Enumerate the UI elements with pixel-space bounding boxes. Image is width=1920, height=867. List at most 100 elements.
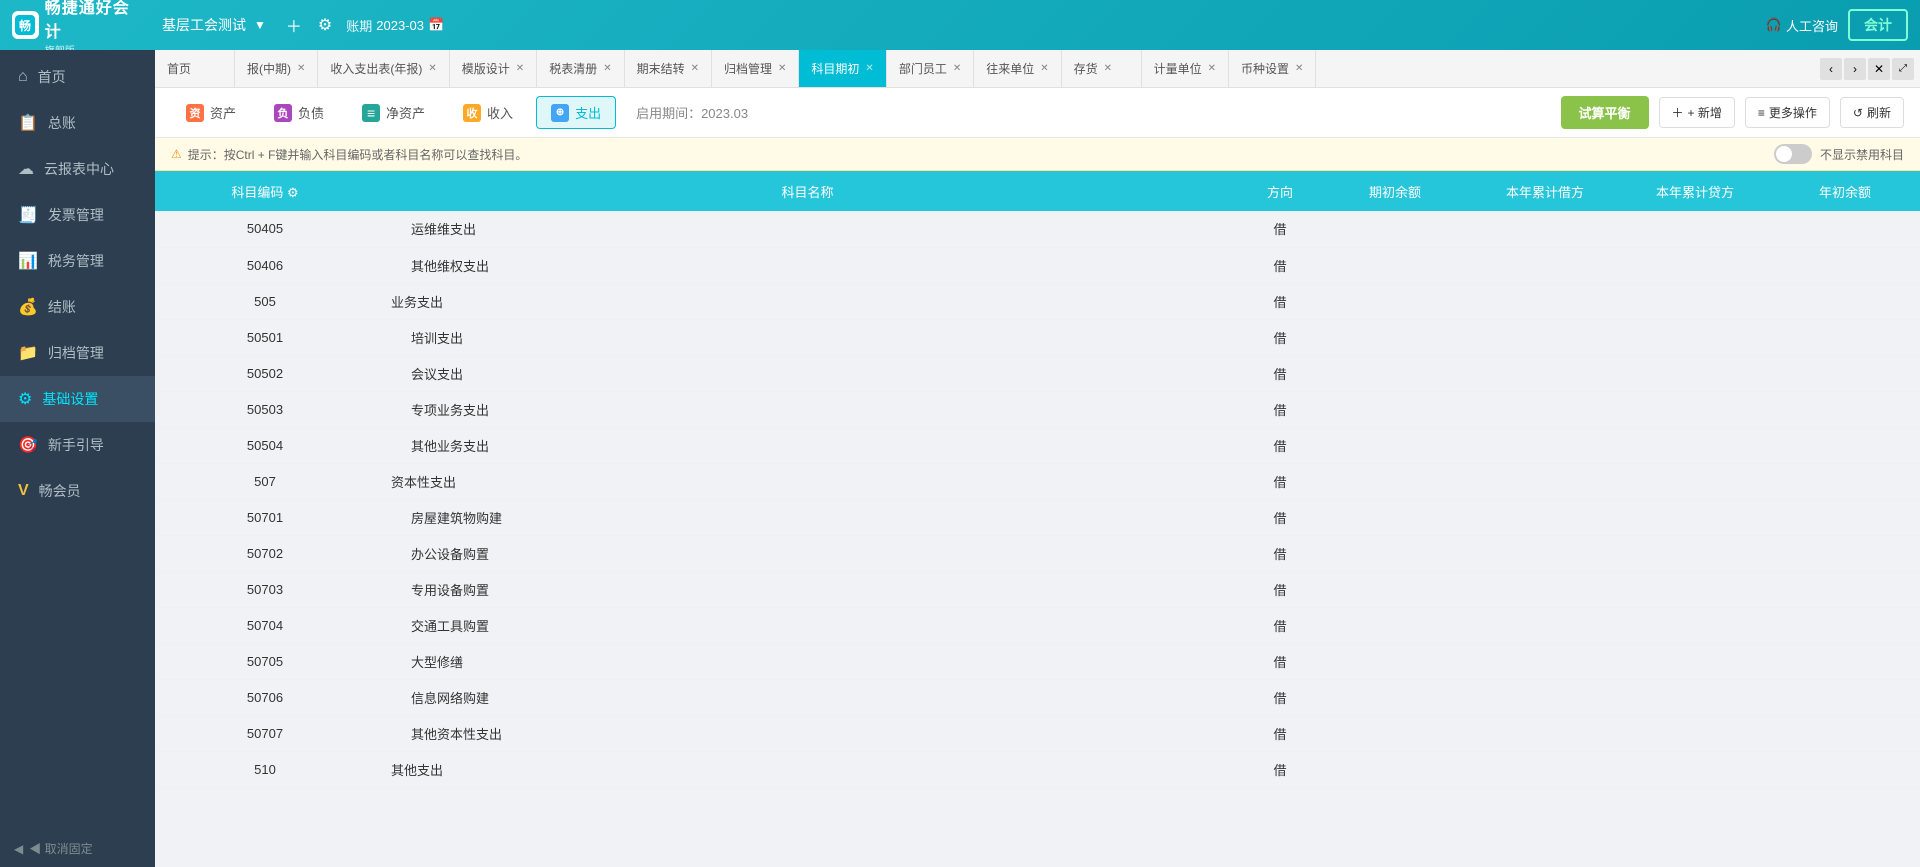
sidebar-item-archive[interactable]: 📁 归档管理 [0,330,155,376]
table-row[interactable]: 50503专项业务支出借 [155,391,1920,427]
cell-ytd-debit[interactable] [1470,211,1620,247]
tab-close-inventory[interactable]: ✕ [1104,63,1112,74]
cell-initial-balance[interactable] [1320,679,1470,715]
table-row[interactable]: 505业务支出借 [155,283,1920,319]
table-row[interactable]: 50705大型修缮借 [155,643,1920,679]
calendar-icon[interactable]: 📅 [428,17,444,33]
sidebar-item-close[interactable]: 💰 结账 [0,284,155,330]
table-row[interactable]: 50502会议支出借 [155,355,1920,391]
more-actions-button[interactable]: ≡ 更多操作 [1745,97,1830,128]
table-row[interactable]: 50704交通工具购置借 [155,607,1920,643]
table-row[interactable]: 50702办公设备购置借 [155,535,1920,571]
tab-dept-employee[interactable]: 部门员工 ✕ [887,50,974,87]
tab-counterparty[interactable]: 往来单位 ✕ [974,50,1061,87]
add-tab-icon[interactable]: ＋ [282,9,306,41]
tab-subject-initial[interactable]: 科目期初 ✕ [799,50,886,87]
table-row[interactable]: 50406其他维权支出借 [155,247,1920,283]
cell-year-start-balance[interactable] [1770,643,1920,679]
cell-ytd-debit[interactable] [1470,571,1620,607]
cell-ytd-debit[interactable] [1470,715,1620,751]
cell-ytd-credit[interactable] [1620,643,1770,679]
table-row[interactable]: 50504其他业务支出借 [155,427,1920,463]
sidebar-item-invoice[interactable]: 🧾 发票管理 [0,192,155,238]
cell-initial-balance[interactable] [1320,607,1470,643]
cell-ytd-debit[interactable] [1470,463,1620,499]
cell-initial-balance[interactable] [1320,571,1470,607]
sidebar-item-vip[interactable]: V 畅会员 [0,468,155,514]
sidebar-cancel-fixed[interactable]: ◀ ◀ 取消固定 [0,830,155,867]
tab-close-counterparty[interactable]: ✕ [1040,63,1048,74]
cell-ytd-credit[interactable] [1620,211,1770,247]
tab-inventory[interactable]: 存货 ✕ [1062,50,1142,87]
tab-close-template[interactable]: ✕ [516,63,524,74]
cell-ytd-credit[interactable] [1620,319,1770,355]
cell-ytd-credit[interactable] [1620,391,1770,427]
tab-period-end[interactable]: 期末结转 ✕ [625,50,712,87]
cell-year-start-balance[interactable] [1770,427,1920,463]
cell-ytd-credit[interactable] [1620,463,1770,499]
tab-unit[interactable]: 计量单位 ✕ [1142,50,1229,87]
table-row[interactable]: 50701房屋建筑物购建借 [155,499,1920,535]
cell-initial-balance[interactable] [1320,355,1470,391]
table-row[interactable]: 50405运维维支出借 [155,211,1920,247]
cell-year-start-balance[interactable] [1770,679,1920,715]
cell-year-start-balance[interactable] [1770,463,1920,499]
sidebar-item-guide[interactable]: 🎯 新手引导 [0,422,155,468]
cell-ytd-debit[interactable] [1470,679,1620,715]
cell-year-start-balance[interactable] [1770,607,1920,643]
cell-ytd-credit[interactable] [1620,283,1770,319]
cell-initial-balance[interactable] [1320,427,1470,463]
category-tab-income[interactable]: 收 收入 [448,96,528,129]
cell-initial-balance[interactable] [1320,499,1470,535]
company-dropdown-icon[interactable]: ▼ [254,18,266,32]
tab-income-annual[interactable]: 收入支出表(年报) ✕ [318,50,449,87]
tab-close-all-button[interactable]: ✕ [1868,58,1890,80]
cell-ytd-debit[interactable] [1470,355,1620,391]
support-button[interactable]: 🎧 人工咨询 [1766,16,1838,35]
sidebar-item-ledger[interactable]: 📋 总账 [0,100,155,146]
cell-ytd-debit[interactable] [1470,535,1620,571]
table-row[interactable]: 50707其他资本性支出借 [155,715,1920,751]
tab-home[interactable]: 首页 [155,50,235,87]
cell-initial-balance[interactable] [1320,247,1470,283]
cell-ytd-credit[interactable] [1620,427,1770,463]
sidebar-item-settings[interactable]: ⚙ 基础设置 [0,376,155,422]
table-row[interactable]: 510其他支出借 [155,751,1920,787]
cell-ytd-credit[interactable] [1620,247,1770,283]
cell-initial-balance[interactable] [1320,463,1470,499]
tab-next-button[interactable]: › [1844,58,1866,80]
disable-toggle[interactable] [1774,144,1812,164]
company-area[interactable]: 基层工会测试 ▼ [162,15,266,35]
table-row[interactable]: 50501培训支出借 [155,319,1920,355]
cell-ytd-credit[interactable] [1620,715,1770,751]
account-button[interactable]: 会计 [1848,9,1908,41]
cell-ytd-credit[interactable] [1620,751,1770,787]
tab-close-currency[interactable]: ✕ [1295,63,1303,74]
cell-ytd-debit[interactable] [1470,607,1620,643]
cell-ytd-debit[interactable] [1470,283,1620,319]
tab-close-tax[interactable]: ✕ [603,63,611,74]
cell-ytd-credit[interactable] [1620,499,1770,535]
cell-year-start-balance[interactable] [1770,391,1920,427]
cell-initial-balance[interactable] [1320,391,1470,427]
cell-initial-balance[interactable] [1320,283,1470,319]
add-button[interactable]: ＋ + 新增 [1659,97,1735,128]
tab-close-unit[interactable]: ✕ [1208,63,1216,74]
tab-currency[interactable]: 币种设置 ✕ [1229,50,1316,87]
category-tab-asset[interactable]: 资 资产 [171,96,251,129]
tab-tax[interactable]: 税表清册 ✕ [537,50,624,87]
calc-balance-button[interactable]: 试算平衡 [1561,96,1649,129]
cell-ytd-debit[interactable] [1470,751,1620,787]
cell-ytd-credit[interactable] [1620,607,1770,643]
cell-year-start-balance[interactable] [1770,715,1920,751]
cell-ytd-debit[interactable] [1470,391,1620,427]
sidebar-item-home[interactable]: ⌂ 首页 [0,54,155,100]
cell-initial-balance[interactable] [1320,751,1470,787]
category-tab-expense[interactable]: ⊕ 支出 [536,96,616,129]
cell-year-start-balance[interactable] [1770,571,1920,607]
cell-year-start-balance[interactable] [1770,535,1920,571]
cell-year-start-balance[interactable] [1770,247,1920,283]
cell-year-start-balance[interactable] [1770,319,1920,355]
cell-year-start-balance[interactable] [1770,283,1920,319]
tab-prev-button[interactable]: ‹ [1820,58,1842,80]
